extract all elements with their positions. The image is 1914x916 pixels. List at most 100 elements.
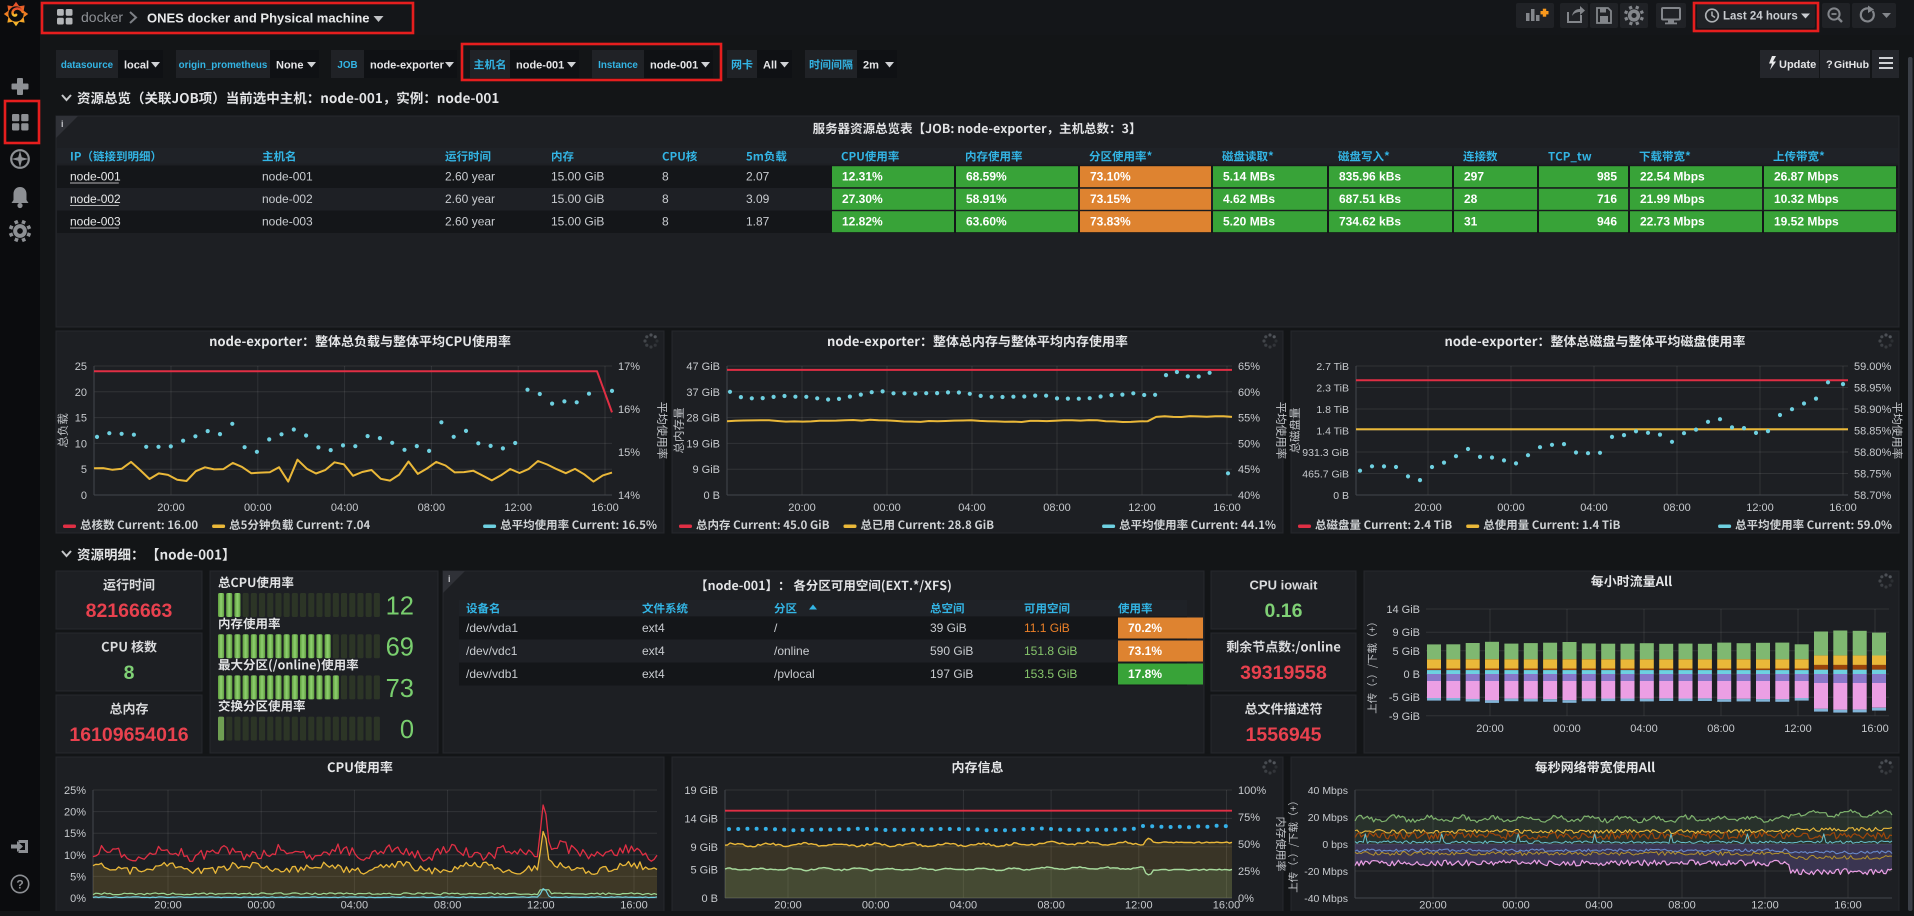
svg-text:/pvlocal: /pvlocal	[774, 667, 815, 681]
svg-text:946: 946	[1597, 215, 1617, 229]
svg-text:15%: 15%	[618, 447, 640, 459]
svg-text:73: 73	[386, 675, 414, 703]
svg-text:node-002: node-002	[262, 192, 313, 206]
svg-text:04:00: 04:00	[1630, 723, 1658, 735]
svg-text:58.70%: 58.70%	[1854, 490, 1892, 502]
svg-text:20:00: 20:00	[774, 900, 802, 912]
svg-text:00:00: 00:00	[873, 502, 901, 514]
svg-text:12: 12	[386, 593, 414, 621]
svg-text:0 B: 0 B	[1403, 669, 1420, 681]
svg-text:20 Mbps: 20 Mbps	[1308, 812, 1348, 824]
svg-text:40%: 40%	[1238, 490, 1260, 502]
svg-text:15.00 GiB: 15.00 GiB	[551, 215, 604, 229]
svg-text:14 GiB: 14 GiB	[684, 813, 718, 825]
svg-text:20%: 20%	[64, 807, 86, 819]
svg-text:08:00: 08:00	[1037, 900, 1065, 912]
svg-text:20:00: 20:00	[788, 502, 816, 514]
svg-text:12:00: 12:00	[1751, 900, 1779, 912]
svg-text:04:00: 04:00	[958, 502, 986, 514]
svg-text:00:00: 00:00	[1497, 502, 1525, 514]
svg-text:4.62 MBs: 4.62 MBs	[1223, 192, 1275, 206]
svg-text:None: None	[276, 60, 304, 72]
svg-text:15.00 GiB: 15.00 GiB	[551, 192, 604, 206]
svg-text:15: 15	[75, 413, 87, 425]
svg-text:1.87: 1.87	[746, 215, 770, 229]
svg-text:31: 31	[1464, 215, 1478, 229]
svg-text:08:00: 08:00	[1043, 502, 1071, 514]
svg-text:datasource: datasource	[61, 60, 114, 71]
svg-text:8: 8	[662, 170, 669, 184]
svg-text:55%: 55%	[1238, 413, 1260, 425]
svg-text:JOB: JOB	[337, 60, 357, 71]
svg-text:60%: 60%	[1238, 387, 1260, 399]
svg-text:5.20 MBs: 5.20 MBs	[1223, 215, 1275, 229]
svg-text:/dev/vdb1: /dev/vdb1	[466, 667, 518, 681]
svg-text:Instance: Instance	[598, 60, 638, 71]
svg-text:153.5 GiB: 153.5 GiB	[1024, 667, 1077, 681]
svg-text:5 GiB: 5 GiB	[1392, 646, 1420, 658]
svg-text:2.60 year: 2.60 year	[445, 192, 495, 206]
svg-text:2.7 TiB: 2.7 TiB	[1316, 361, 1349, 373]
svg-text:73.10%: 73.10%	[1090, 170, 1131, 184]
svg-text:27.30%: 27.30%	[842, 192, 883, 206]
svg-text:04:00: 04:00	[950, 900, 978, 912]
svg-text:CPU iowait: CPU iowait	[1250, 578, 1319, 593]
svg-text:local: local	[124, 60, 149, 72]
svg-text:590 GiB: 590 GiB	[930, 644, 973, 658]
svg-text:08:00: 08:00	[418, 502, 446, 514]
svg-text:37 GiB: 37 GiB	[686, 387, 720, 399]
svg-text:ext4: ext4	[642, 667, 665, 681]
svg-text:Update: Update	[1779, 59, 1816, 71]
svg-text:15.00 GiB: 15.00 GiB	[551, 170, 604, 184]
svg-text:26.87 Mbps: 26.87 Mbps	[1774, 170, 1839, 184]
svg-text:0 B: 0 B	[701, 893, 718, 905]
svg-text:origin_prometheus: origin_prometheus	[179, 60, 268, 71]
svg-text:68.59%: 68.59%	[966, 170, 1007, 184]
svg-text:17.8%: 17.8%	[1128, 667, 1162, 681]
svg-text:12.31%: 12.31%	[842, 170, 883, 184]
svg-text:0 B: 0 B	[703, 490, 720, 502]
svg-text:20:00: 20:00	[1476, 723, 1504, 735]
svg-text:20: 20	[75, 387, 87, 399]
svg-text:08:00: 08:00	[1707, 723, 1735, 735]
svg-text:node-001: node-001	[70, 170, 121, 184]
svg-text:08:00: 08:00	[1663, 502, 1691, 514]
svg-text:/dev/vdc1: /dev/vdc1	[466, 644, 518, 658]
svg-text:75%: 75%	[1238, 812, 1260, 824]
svg-text:0%: 0%	[70, 893, 86, 905]
svg-text:16:00: 16:00	[1829, 502, 1857, 514]
svg-text:2.60 year: 2.60 year	[445, 170, 495, 184]
svg-text:2.3 TiB: 2.3 TiB	[1316, 383, 1349, 395]
svg-text:?: ?	[16, 878, 23, 892]
svg-text:12:00: 12:00	[1128, 502, 1156, 514]
svg-text:5: 5	[81, 464, 87, 476]
svg-text:GitHub: GitHub	[1834, 59, 1869, 71]
svg-text:58.95%: 58.95%	[1854, 383, 1892, 395]
svg-text:50%: 50%	[1238, 438, 1260, 450]
svg-text:19.52 Mbps: 19.52 Mbps	[1774, 215, 1839, 229]
svg-text:28 GiB: 28 GiB	[686, 413, 720, 425]
svg-text:16109654016: 16109654016	[69, 724, 188, 746]
svg-text:5%: 5%	[70, 871, 86, 883]
svg-text:12:00: 12:00	[1125, 900, 1153, 912]
svg-text:9 GiB: 9 GiB	[1392, 627, 1420, 639]
svg-text:73.1%: 73.1%	[1128, 644, 1162, 658]
svg-text:ext4: ext4	[642, 644, 665, 658]
svg-text:-5 GiB: -5 GiB	[1389, 692, 1420, 704]
svg-text:25%: 25%	[1238, 866, 1260, 878]
svg-text:9 GiB: 9 GiB	[692, 464, 720, 476]
svg-text:-20 Mbps: -20 Mbps	[1304, 866, 1348, 878]
svg-text:50%: 50%	[1238, 839, 1260, 851]
svg-text:58.91%: 58.91%	[966, 192, 1007, 206]
svg-text:ext4: ext4	[642, 621, 665, 635]
svg-text:14 GiB: 14 GiB	[1386, 604, 1420, 616]
svg-text:1.4 TiB: 1.4 TiB	[1316, 426, 1349, 438]
svg-text:12:00: 12:00	[1784, 723, 1812, 735]
svg-text:08:00: 08:00	[1668, 900, 1696, 912]
svg-text:82166663: 82166663	[86, 600, 173, 622]
svg-text:20:00: 20:00	[154, 900, 182, 912]
svg-text:20:00: 20:00	[1419, 900, 1447, 912]
svg-text:2.60 year: 2.60 year	[445, 215, 495, 229]
svg-text:197 GiB: 197 GiB	[930, 667, 973, 681]
svg-text:00:00: 00:00	[244, 502, 272, 514]
